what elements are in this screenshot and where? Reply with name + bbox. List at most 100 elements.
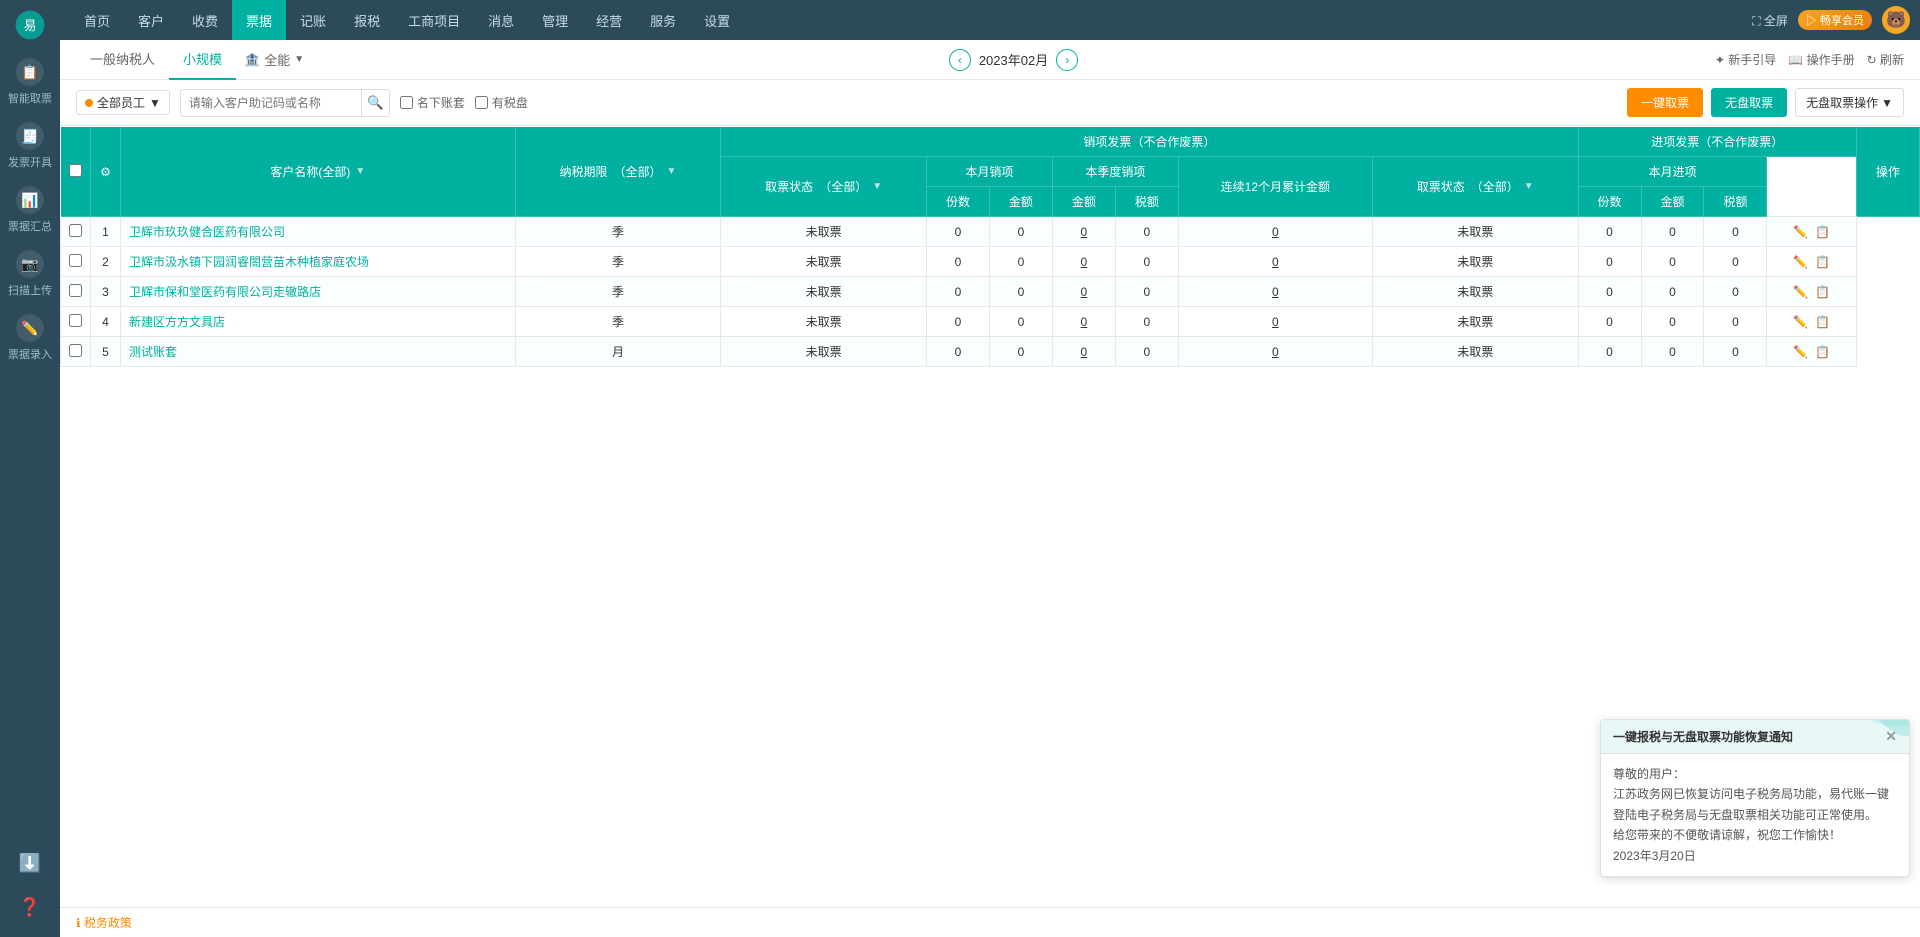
search-input[interactable] [181,92,361,114]
wupan-btn[interactable]: 无盘取票 [1711,88,1787,117]
row-checkbox[interactable] [69,224,82,237]
row-detail-icon[interactable]: 📋 [1815,345,1830,359]
vip-button[interactable]: ▷ 畅享会员 [1798,10,1872,30]
row-sale-m-fenshu: 0 [926,277,989,307]
nav-biz[interactable]: 工商项目 [394,0,474,40]
search-button[interactable]: 🔍 [361,90,389,116]
nav-bookkeeping[interactable]: 记账 [286,0,340,40]
new-guide-btn[interactable]: ✦ 新手引导 [1715,51,1776,68]
wupan-ops-chevron-icon: ▼ [1881,96,1893,110]
user-avatar[interactable]: 🐻 [1882,6,1910,34]
checkbox-youyupan[interactable] [475,96,488,109]
row-sale-s-shuie: 0 [1115,307,1178,337]
sidebar-help-btn[interactable]: ❓ [10,887,50,927]
purchase-status-filter-icon[interactable]: ▼ [1524,181,1534,192]
th-tax-period: 纳税期限（全部） ▼ [515,127,721,217]
tab-small[interactable]: 小规模 [169,40,236,80]
row-purchase-m-shuie: 0 [1704,217,1767,247]
row-detail-icon[interactable]: 📋 [1815,285,1830,299]
row-detail-icon[interactable]: 📋 [1815,255,1830,269]
toolbar-right: 一键取票 无盘取票 无盘取票操作 ▼ [1627,88,1904,117]
checkbox-mingxia[interactable] [400,96,413,109]
app-logo: 易 [0,0,60,50]
wupan-ops-btn[interactable]: 无盘取票操作 ▼ [1795,88,1904,117]
row-edit-icon[interactable]: ✏️ [1793,315,1808,329]
select-all-checkbox[interactable] [69,164,82,177]
customer-filter-icon[interactable]: ▼ [355,166,365,177]
row-sale-s-jine: 0 [1052,217,1115,247]
row-edit-icon[interactable]: ✏️ [1793,285,1808,299]
row-checkbox[interactable] [69,254,82,267]
yijian-btn[interactable]: 一键取票 [1627,88,1703,117]
operation-manual-btn[interactable]: 📖 操作手册 [1788,51,1854,68]
table-row: 5 测试账套 月 未取票 0 0 0 0 0 未取票 0 0 0 ✏️ 📋 [61,337,1920,367]
employee-select[interactable]: 全部员工 ▼ [76,90,170,115]
row-sale-12m: 0 [1178,307,1372,337]
row-detail-icon[interactable]: 📋 [1815,225,1830,239]
sidebar-item-scan-upload[interactable]: 📷 扫描上传 [0,242,60,306]
tax-policy-link[interactable]: 税务政策 [84,914,132,931]
row-edit-icon[interactable]: ✏️ [1793,225,1808,239]
nav-finance[interactable]: 经营 [582,0,636,40]
row-edit-icon[interactable]: ✏️ [1793,255,1808,269]
row-actions: ✏️ 📋 [1767,337,1856,367]
row-purchase-m-jine: 0 [1641,217,1704,247]
th-actions: 操作 [1856,127,1919,217]
nav-settings[interactable]: 设置 [690,0,744,40]
th-purchase-status: 取票状态（全部） ▼ [1372,157,1578,217]
row-customer[interactable]: 测试账套 [121,337,516,367]
row-sale-s-jine: 0 [1052,277,1115,307]
period-nav: ‹ 2023年02月 › [949,49,1078,71]
nav-tax[interactable]: 报税 [340,0,394,40]
nav-right: ⛶ 全屏 ▷ 畅享会员 🐻 [1752,6,1910,34]
checkbox-mingxia-label[interactable]: 名下账套 [400,94,465,111]
sidebar-item-smart-fetch[interactable]: 📋 智能取票 [0,50,60,114]
row-purchase-m-shuie: 0 [1704,307,1767,337]
nav-admin[interactable]: 管理 [528,0,582,40]
row-checkbox[interactable] [69,284,82,297]
th-purchase-group: 进项发票（不合作废票） [1578,127,1856,157]
row-purchase-m-jine: 0 [1641,307,1704,337]
row-tax-period: 季 [515,307,721,337]
row-purchase-m-fenshu: 0 [1578,217,1641,247]
sale-status-filter-icon[interactable]: ▼ [872,181,882,192]
nav-message[interactable]: 消息 [474,0,528,40]
tab-all[interactable]: 🏦 全能 ▼ [236,40,312,80]
sidebar-item-invoice-entry[interactable]: ✏️ 票据录入 [0,306,60,370]
row-no: 5 [91,337,121,367]
row-edit-icon[interactable]: ✏️ [1793,345,1808,359]
nav-service[interactable]: 服务 [636,0,690,40]
row-purchase-m-jine: 0 [1641,247,1704,277]
row-sale-m-jine: 0 [989,217,1052,247]
row-customer[interactable]: 卫辉市保和堂医药有限公司走辙路店 [121,277,516,307]
nav-customer[interactable]: 客户 [124,0,178,40]
row-sale-m-jine: 0 [989,307,1052,337]
tab-general[interactable]: 一般纳税人 [76,40,169,80]
sidebar-item-issue-invoice[interactable]: 🧾 发票开具 [0,114,60,178]
row-checkbox[interactable] [69,344,82,357]
row-tax-period: 季 [515,277,721,307]
th-sale-status: 取票状态（全部） ▼ [721,157,927,217]
row-customer[interactable]: 卫辉市玖玖健合医药有限公司 [121,217,516,247]
notif-close-btn[interactable]: ✕ [1885,728,1897,745]
row-purchase-status: 未取票 [1372,247,1578,277]
period-prev-btn[interactable]: ‹ [949,49,971,71]
th-purchase-m-jine: 金额 [1641,187,1704,217]
sidebar-download-btn[interactable]: ⬇️ [10,843,50,883]
row-customer[interactable]: 卫辉市汲水镇下园润睿閤营苗木种植家庭农场 [121,247,516,277]
tax-period-filter-icon[interactable]: ▼ [667,166,677,177]
row-checkbox[interactable] [69,314,82,327]
nav-home[interactable]: 首页 [70,0,124,40]
period-next-btn[interactable]: › [1056,49,1078,71]
row-customer[interactable]: 新建区方方文具店 [121,307,516,337]
row-sale-s-shuie: 0 [1115,277,1178,307]
fullscreen-btn[interactable]: ⛶ 全屏 [1752,12,1788,29]
sidebar-item-invoice-summary[interactable]: 📊 票据汇总 [0,178,60,242]
nav-collection[interactable]: 收费 [178,0,232,40]
checkbox-youyupan-label[interactable]: 有税盘 [475,94,528,111]
nav-invoice[interactable]: 票据 [232,0,286,40]
refresh-btn[interactable]: ↻ 刷新 [1867,51,1904,68]
row-detail-icon[interactable]: 📋 [1815,315,1830,329]
row-purchase-m-shuie: 0 [1704,277,1767,307]
account-icon: 🏦 [244,52,260,68]
